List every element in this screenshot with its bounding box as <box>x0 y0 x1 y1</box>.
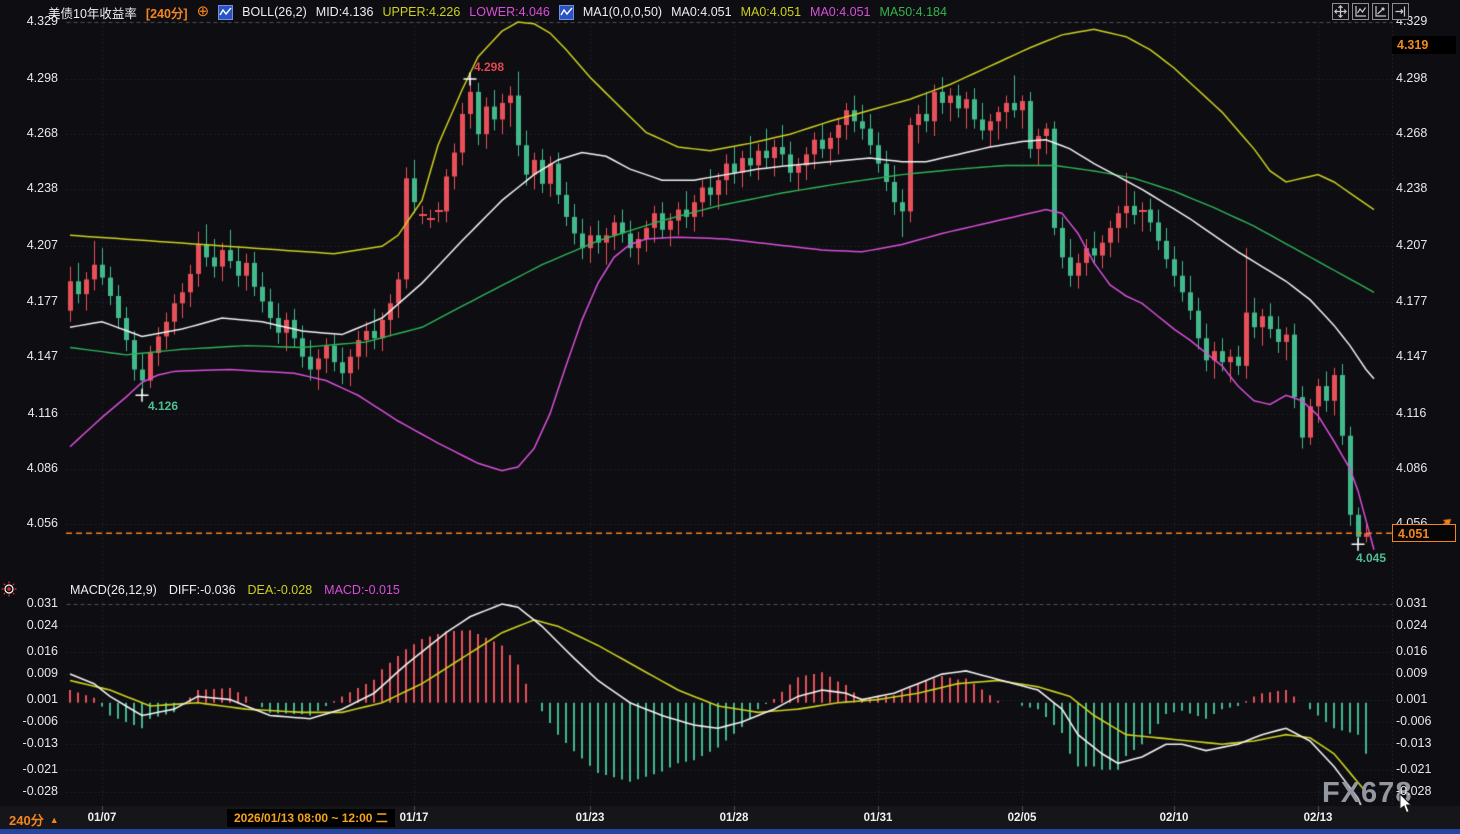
date-axis-label: 02/05 <box>1007 812 1037 824</box>
indicator-dot-icon <box>1 581 17 602</box>
boll-lower-value: LOWER:4.046 <box>469 5 550 19</box>
price-axis-label-left: 4.116 <box>27 405 58 420</box>
price-axis-label-right: 4.086 <box>1396 460 1428 475</box>
boll-upper-value: UPPER:4.226 <box>382 5 461 19</box>
ma-indicator-icon[interactable] <box>558 4 574 20</box>
price-axis-label-right: 4.147 <box>1396 348 1428 363</box>
price-axis-label-left: 4.207 <box>26 238 58 253</box>
date-axis-label: 02/13 <box>1303 812 1333 824</box>
price-annotation: 4.126 <box>148 399 179 414</box>
timeframe-tab-arrow-icon: ▲ <box>49 814 59 825</box>
pan-chart-icon[interactable] <box>1372 3 1389 20</box>
macd-legend: MACD(26,12,9) DIFF:-0.036 DEA:-0.028 MAC… <box>70 583 400 597</box>
price-axis-label-left: 4.056 <box>26 516 58 530</box>
price-axis-label-right: 4.116 <box>1396 405 1427 420</box>
go-to-latest-icon[interactable] <box>1392 3 1409 20</box>
price-axis-label-right: 4.177 <box>1396 293 1428 308</box>
mouse-cursor-icon <box>1399 792 1416 820</box>
price-axis-label-left: 4.086 <box>26 460 58 475</box>
macd-axis-label-right: -0.013 <box>1396 736 1432 751</box>
timeframe-label[interactable]: [240分] <box>146 3 188 22</box>
chart-toolbar <box>1332 3 1409 20</box>
macd-name: MACD(26,12,9) <box>70 583 157 597</box>
macd-axis-label-left: 0.016 <box>26 643 58 658</box>
timeframe-tab-label: 240分 <box>9 813 44 828</box>
fit-chart-icon[interactable] <box>1352 3 1369 20</box>
macd-axis-label-left: -0.006 <box>22 713 58 728</box>
price-annotation: 4.045 <box>1356 551 1387 566</box>
macd-axis-label-left: 0.024 <box>26 618 58 633</box>
macd-value: MACD:-0.015 <box>324 583 400 597</box>
ma0-magenta-value: MA0:4.051 <box>810 5 871 19</box>
boll-mid-value: MID:4.136 <box>315 5 374 19</box>
boll-name: BOLL(26,2) <box>242 5 307 19</box>
date-axis-label: 01/28 <box>719 812 749 824</box>
instrument-title: 美债10年收益率 <box>48 6 137 21</box>
price-axis-label-right: 4.298 <box>1396 71 1428 85</box>
macd-axis-label-right: 0.016 <box>1396 643 1428 658</box>
ma0-white-value: MA0:4.051 <box>671 5 732 19</box>
last-price-marker: 4.051 <box>1392 524 1456 542</box>
ma-group-name: MA1(0,0,0,50) <box>582 5 663 19</box>
session-high-marker: 4.319 <box>1392 36 1456 54</box>
date-axis-label: 01/23 <box>575 812 605 824</box>
chart-canvas[interactable] <box>0 0 1460 834</box>
macd-axis-label-right: -0.006 <box>1396 713 1432 728</box>
macd-diff-value: DIFF:-0.036 <box>168 583 236 597</box>
boll-indicator-icon[interactable] <box>218 4 234 20</box>
macd-axis-label-left: -0.013 <box>22 736 58 751</box>
price-axis-label-right: 4.207 <box>1396 238 1428 253</box>
price-axis-label-left: 4.268 <box>26 126 58 141</box>
price-axis-label-left: 4.177 <box>26 293 58 308</box>
chart-legend-bar: 美债10年收益率 [240分] ⊕ BOLL(26,2) MID:4.136 U… <box>48 3 947 21</box>
bottom-scrollbar[interactable] <box>0 829 1460 834</box>
macd-axis-label-left: 0.009 <box>26 666 58 681</box>
macd-axis-label-left: 0.001 <box>26 691 58 706</box>
timeframe-tab[interactable]: 240分 ▲ <box>9 810 59 829</box>
macd-dea-value: DEA:-0.028 <box>247 583 313 597</box>
price-axis-label-right: 4.238 <box>1396 181 1428 196</box>
date-axis-label: 02/10 <box>1159 812 1189 824</box>
selected-bar-datetime: 2026/01/13 08:00 ~ 12:00 二 <box>227 809 395 827</box>
price-axis-label-right: 4.268 <box>1396 126 1428 141</box>
add-indicator-icon[interactable]: ⊕ <box>197 4 210 19</box>
price-axis-label-left: 4.298 <box>26 71 58 85</box>
date-axis-label: 01/17 <box>399 812 429 824</box>
date-axis-label: 01/31 <box>863 812 893 824</box>
price-axis-label-left: 4.238 <box>26 181 58 196</box>
ma50-value: MA50:4.184 <box>879 5 947 19</box>
macd-axis-label-right: -0.021 <box>1396 761 1432 776</box>
price-annotation: 4.298 <box>474 60 505 74</box>
date-axis-label: 01/07 <box>87 812 117 824</box>
macd-axis-label-right: 0.001 <box>1396 691 1428 706</box>
macd-axis-label-left: -0.028 <box>22 784 58 798</box>
macd-axis-label-right: 0.031 <box>1396 596 1428 610</box>
ma0-yellow-value: MA0:4.051 <box>740 5 802 19</box>
macd-axis-label-right: 0.024 <box>1396 618 1428 633</box>
macd-axis-label-right: 0.009 <box>1396 666 1428 681</box>
price-axis-label-left: 4.147 <box>26 348 58 363</box>
move-icon[interactable] <box>1332 3 1349 20</box>
macd-axis-label-left: -0.021 <box>22 761 58 776</box>
